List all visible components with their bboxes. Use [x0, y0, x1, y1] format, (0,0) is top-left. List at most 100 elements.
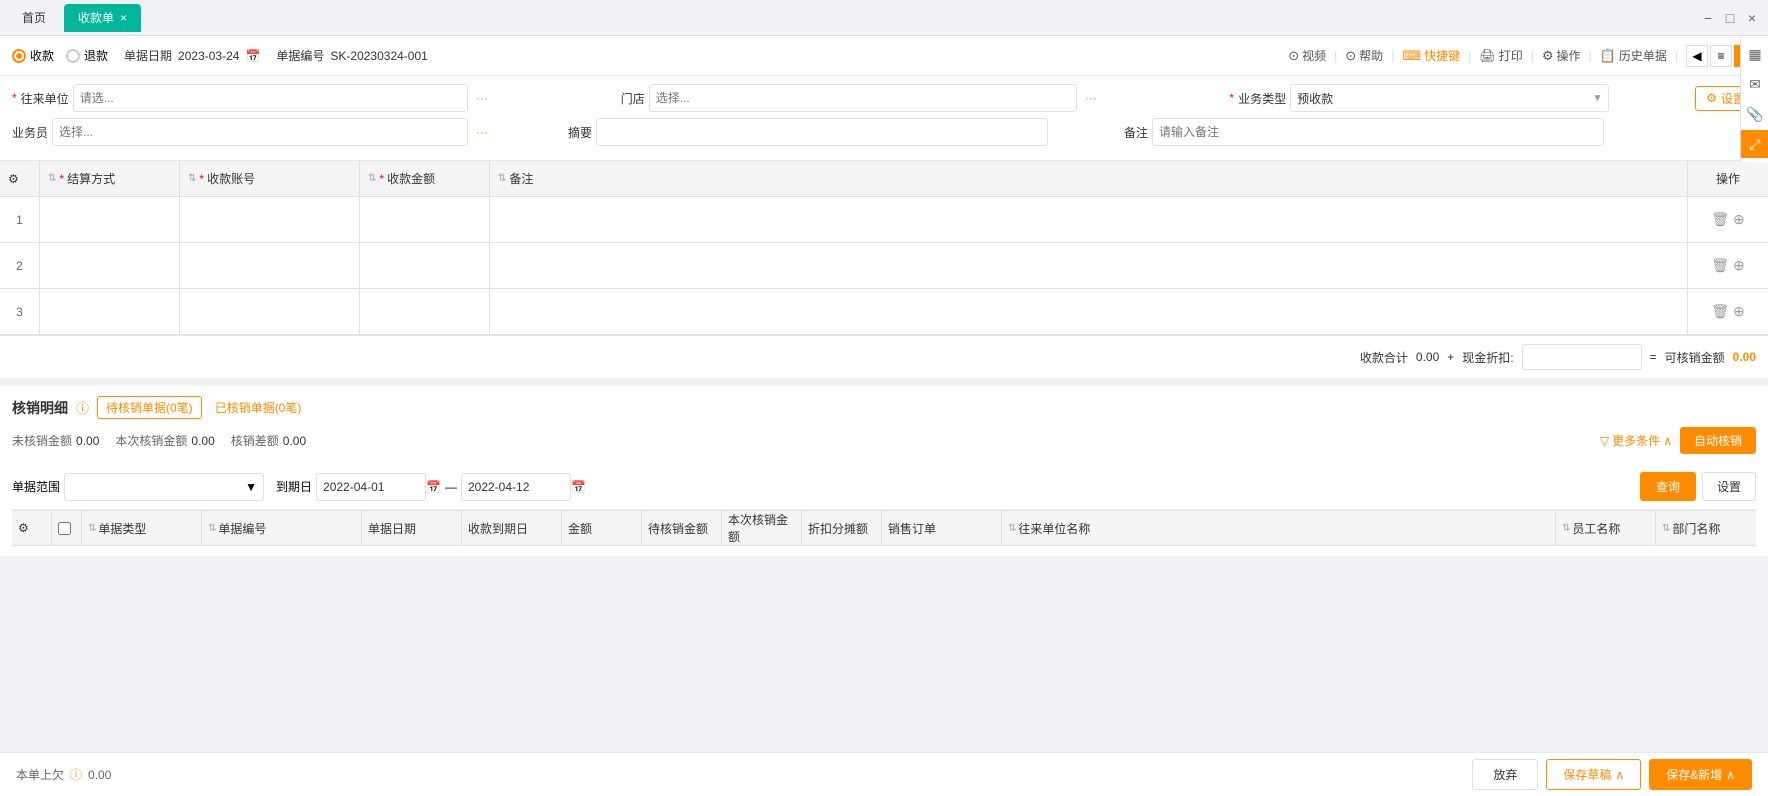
salesperson-dots-btn[interactable]: ···: [472, 125, 492, 139]
row-1-copy-icon[interactable]: ⊕: [1733, 211, 1745, 228]
minimize-button[interactable]: −: [1700, 10, 1716, 26]
sidebar-clip-icon[interactable]: 📎: [1741, 100, 1768, 128]
calendar-icon[interactable]: 📅: [245, 49, 260, 63]
range-field: 单据范围 ▼: [12, 473, 264, 501]
more-conditions-button[interactable]: ▽ 更多条件 ∧: [1600, 432, 1672, 449]
salesperson-input[interactable]: [52, 118, 468, 146]
row-1-amount[interactable]: [360, 197, 490, 242]
row-3-account[interactable]: [180, 289, 360, 334]
verification-section: 核销明细 ⓘ 待核销单据(0笔) 已核销单据(0笔) 未核销金额 0.00 本次…: [0, 386, 1768, 556]
bth-employee: ⇅ 员工名称: [1556, 511, 1656, 545]
date-field: 单据日期 2023-03-24 📅: [124, 47, 260, 64]
abandon-label: 放弃: [1493, 768, 1517, 782]
total-value: 0.00: [1416, 350, 1439, 364]
row-3-amount[interactable]: [360, 289, 490, 334]
bth-sales-order-label: 销售订单: [888, 520, 936, 537]
row-2-delete-icon[interactable]: 🗑: [1711, 257, 1729, 274]
row-3-copy-icon[interactable]: ⊕: [1733, 303, 1745, 320]
close-button[interactable]: ×: [1744, 10, 1760, 26]
bth-doc-type-label: 单据类型: [98, 520, 146, 537]
counterpart-input[interactable]: [73, 84, 468, 112]
save-new-button[interactable]: 保存&新增 ∧: [1649, 759, 1752, 790]
help-label: 帮助: [1359, 47, 1383, 64]
tab-close-icon[interactable]: ×: [120, 11, 127, 25]
range-select[interactable]: ▼: [64, 473, 264, 501]
bth-employee-label: 员工名称: [1572, 520, 1620, 537]
query-button[interactable]: 查询: [1640, 472, 1696, 501]
maximize-button[interactable]: □: [1722, 10, 1738, 26]
filter-settings-button[interactable]: 设置: [1702, 472, 1756, 501]
refund-radio[interactable]: 退款: [66, 47, 108, 64]
shortcut-button[interactable]: ⌨ 快捷键: [1402, 47, 1460, 64]
row-1-remarks[interactable]: [490, 197, 1688, 242]
calendar-from-icon[interactable]: 📅: [426, 480, 441, 494]
store-input[interactable]: [649, 84, 1077, 112]
row-3-settlement[interactable]: [40, 289, 180, 334]
tab-home-label: 首页: [22, 9, 46, 26]
receipt-radio[interactable]: 收款: [12, 47, 54, 64]
diff-label: 核销差额: [231, 432, 279, 449]
calendar-to-icon[interactable]: 📅: [571, 480, 586, 494]
row-2-actions: 🗑 ⊕: [1688, 243, 1768, 288]
bth-checkbox[interactable]: [52, 511, 82, 545]
bth-settings[interactable]: ⚙: [12, 511, 52, 545]
counterpart-dots-btn[interactable]: ···: [472, 91, 492, 105]
row-2-settlement[interactable]: [40, 243, 180, 288]
row-2-amount[interactable]: [360, 243, 490, 288]
help-icon: ⊙: [1345, 48, 1356, 64]
filter-icon: ▽: [1600, 434, 1609, 448]
save-draft-button[interactable]: 保存草稿 ∧: [1546, 759, 1641, 790]
filter-settings-label: 设置: [1717, 480, 1741, 494]
bottom-table-header: ⚙ ⇅ 单据类型 ⇅ 单据编号 单据日期 收款到期日 金额 待核销金额: [12, 510, 1756, 546]
date-to-input[interactable]: [461, 473, 571, 501]
select-all-checkbox[interactable]: [58, 522, 71, 535]
save-new-chevron: ∧: [1726, 768, 1735, 782]
video-label: 视频: [1302, 47, 1326, 64]
available-value: 0.00: [1733, 350, 1756, 364]
abandon-button[interactable]: 放弃: [1472, 759, 1538, 790]
prev-view-button[interactable]: ◀: [1686, 45, 1708, 67]
row-2-copy-icon[interactable]: ⊕: [1733, 257, 1745, 274]
row-2-account[interactable]: [180, 243, 360, 288]
info-circle-icon: ⓘ: [70, 766, 82, 783]
history-button[interactable]: 📋 历史单据: [1600, 47, 1667, 64]
bth-pending-label: 待核销金额: [648, 520, 708, 537]
summary-input[interactable]: [596, 118, 1048, 146]
pending-tab[interactable]: 待核销单据(0笔): [97, 396, 202, 419]
store-dots-btn[interactable]: ···: [1081, 91, 1101, 105]
row-1-settlement[interactable]: [40, 197, 180, 242]
auto-verify-button[interactable]: 自动核销: [1680, 427, 1756, 454]
discount-input[interactable]: [1522, 344, 1642, 370]
chevron-down-icon: ▼: [1593, 93, 1603, 104]
row-2-remarks[interactable]: [490, 243, 1688, 288]
tab-home[interactable]: 首页: [8, 4, 60, 32]
business-type-select[interactable]: 预收款 ▼: [1290, 84, 1609, 112]
row-1-delete-icon[interactable]: 🗑: [1711, 211, 1729, 228]
toolbar-row: 收款 退款 单据日期 2023-03-24 📅 单据编号 SK-20230324…: [0, 36, 1768, 76]
sidebar-email-icon[interactable]: ✉: [1741, 70, 1768, 98]
list-view-button[interactable]: ≡: [1710, 45, 1732, 67]
info-icon[interactable]: ⓘ: [76, 398, 89, 417]
range-chevron-icon: ▼: [245, 480, 257, 494]
window-controls: − □ ×: [1700, 10, 1760, 26]
help-button[interactable]: ⊙ 帮助: [1345, 47, 1383, 64]
video-icon: ⊙: [1288, 48, 1299, 64]
th-amount: ⇅ * 收款金额: [360, 161, 490, 196]
operation-button[interactable]: ⚙ 操作: [1542, 47, 1581, 64]
row-1-account[interactable]: [180, 197, 360, 242]
row-3-remarks[interactable]: [490, 289, 1688, 334]
date-from-input[interactable]: [316, 473, 426, 501]
remarks-input[interactable]: [1152, 118, 1604, 146]
done-tab[interactable]: 已核销单据(0笔): [206, 396, 311, 419]
tab-receipt[interactable]: 收款单 ×: [64, 4, 141, 32]
video-button[interactable]: ⊙ 视频: [1288, 47, 1326, 64]
date-separator: —: [445, 480, 457, 494]
bottom-left: 本单上欠 ⓘ 0.00: [16, 766, 111, 783]
history-label: 历史单据: [1619, 47, 1667, 64]
print-button[interactable]: 🖨 打印: [1479, 47, 1523, 64]
refund-radio-dot: [66, 49, 80, 63]
row-3-delete-icon[interactable]: 🗑: [1711, 303, 1729, 320]
th-settings[interactable]: ⚙: [0, 161, 40, 196]
sidebar-table-icon[interactable]: ▦: [1741, 40, 1768, 68]
sidebar-expand-icon[interactable]: ⤢: [1741, 130, 1768, 158]
